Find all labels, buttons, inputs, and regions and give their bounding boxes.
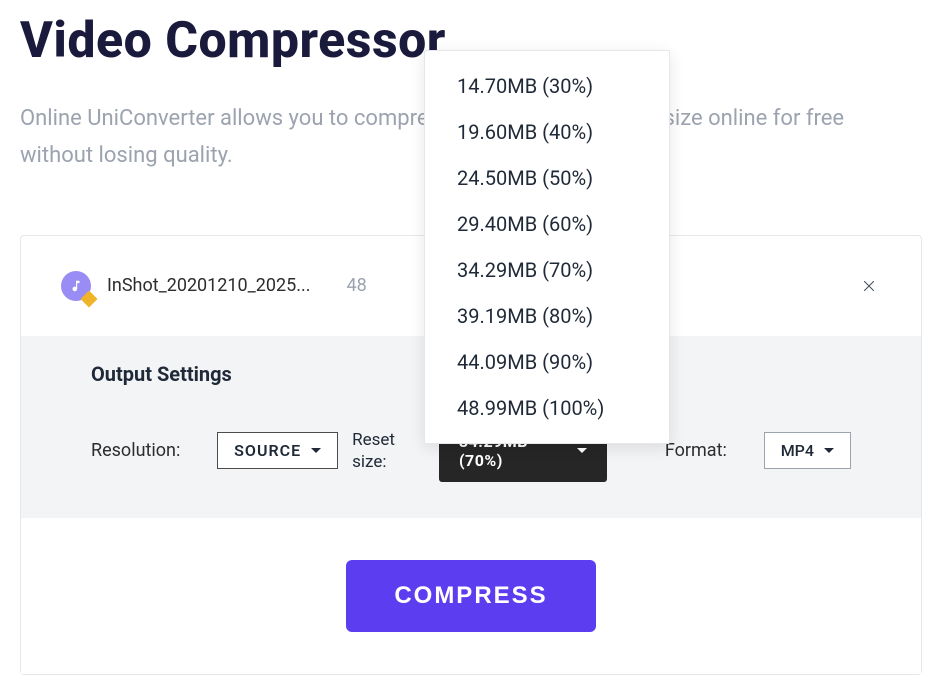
format-value: MP4 — [781, 441, 814, 460]
size-option[interactable]: 34.29MB (70%) — [425, 247, 669, 293]
size-option[interactable]: 39.19MB (80%) — [425, 293, 669, 339]
format-label: Format: — [665, 440, 727, 461]
caret-down-icon — [311, 448, 321, 453]
size-dropdown: 14.70MB (30%) 19.60MB (40%) 24.50MB (50%… — [424, 50, 670, 444]
compress-wrap: COMPRESS — [21, 518, 921, 674]
resolution-label: Resolution: — [91, 440, 180, 461]
resolution-select[interactable]: SOURCE — [217, 432, 338, 469]
file-icon-badge — [81, 290, 98, 307]
compress-button[interactable]: COMPRESS — [346, 560, 595, 632]
file-meta: 48 — [346, 275, 366, 296]
music-note-icon — [61, 271, 91, 301]
caret-down-icon — [824, 448, 834, 453]
caret-down-icon — [577, 448, 587, 453]
reset-size-label: Reset size: — [352, 429, 402, 473]
size-option[interactable]: 14.70MB (30%) — [425, 63, 669, 109]
size-option[interactable]: 48.99MB (100%) — [425, 385, 669, 431]
size-option[interactable]: 24.50MB (50%) — [425, 155, 669, 201]
size-option[interactable]: 44.09MB (90%) — [425, 339, 669, 385]
remove-file-button[interactable] — [857, 274, 881, 298]
size-option[interactable]: 19.60MB (40%) — [425, 109, 669, 155]
file-name: InShot_20201210_2025... — [107, 275, 310, 296]
resolution-value: SOURCE — [234, 441, 301, 460]
format-select[interactable]: MP4 — [764, 432, 851, 469]
size-option[interactable]: 29.40MB (60%) — [425, 201, 669, 247]
